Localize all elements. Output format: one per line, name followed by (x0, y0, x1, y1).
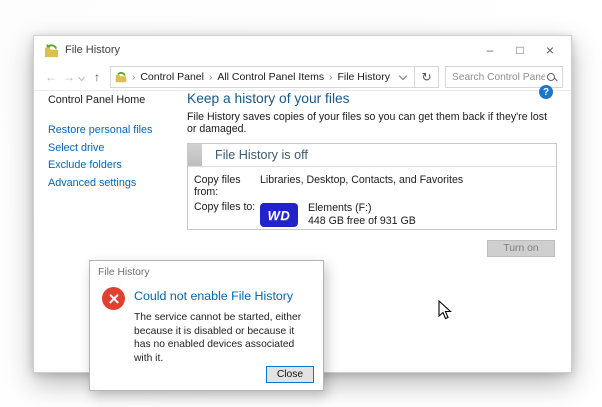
drive-free-space: 448 GB free of 931 GB (308, 215, 416, 227)
error-dialog: File History Could not enable File Histo… (89, 260, 324, 391)
sidebar-item-restore-personal-files[interactable]: Restore personal files (48, 122, 188, 140)
breadcrumb-folder-icon (115, 71, 127, 83)
search-icon[interactable] (547, 72, 556, 82)
drive-block: WD Elements (F:) 448 GB free of 931 GB (260, 202, 416, 228)
minimize-button[interactable]: – (475, 38, 505, 62)
copy-from-value: Libraries, Desktop, Contacts, and Favori… (260, 174, 464, 186)
error-icon (102, 287, 125, 310)
sidebar-item-exclude-folders[interactable]: Exclude folders (48, 157, 188, 175)
copy-from-row: Copy files from: Libraries, Desktop, Con… (194, 174, 550, 198)
address-bar: ← → ↑ › Control Panel › All Control Pane… (34, 64, 571, 91)
address-dropdown-icon[interactable] (398, 71, 408, 81)
sidebar-item-control-panel-home[interactable]: Control Panel Home (48, 94, 188, 106)
breadcrumb-item-control-panel[interactable]: Control Panel (138, 71, 206, 83)
sidebar-item-select-drive[interactable]: Select drive (48, 140, 188, 158)
breadcrumb[interactable]: › Control Panel › All Control Panel Item… (110, 66, 415, 88)
main-content: Keep a history of your files File Histor… (187, 91, 557, 257)
turn-on-button[interactable]: Turn on (487, 240, 555, 257)
back-icon[interactable]: ← (42, 70, 60, 84)
breadcrumb-item-file-history[interactable]: File History (335, 71, 392, 83)
copy-to-row: Copy files to: WD Elements (F:) 448 GB f… (194, 201, 550, 228)
breadcrumb-separator: › (208, 71, 213, 83)
dialog-title: File History (98, 267, 150, 278)
history-chevron-icon[interactable] (77, 73, 86, 81)
maximize-button[interactable]: □ (505, 38, 535, 62)
close-window-button[interactable]: × (535, 38, 565, 62)
sidebar-item-advanced-settings[interactable]: Advanced settings (48, 175, 188, 193)
drive-name: Elements (F:) (308, 202, 372, 214)
screenshot-stage: File History – □ × ← → ↑ › Control Panel… (0, 0, 602, 407)
file-history-app-icon (44, 43, 59, 58)
page-description: File History saves copies of your files … (187, 111, 548, 135)
copy-to-label: Copy files to: (194, 201, 256, 213)
mouse-cursor (438, 300, 452, 320)
dialog-heading: Could not enable File History (134, 289, 294, 303)
breadcrumb-separator: › (132, 71, 136, 83)
sidebar: Control Panel Home Restore personal file… (48, 94, 188, 192)
window-title: File History (65, 44, 121, 56)
breadcrumb-item-all-items[interactable]: All Control Panel Items (215, 71, 326, 83)
search-input[interactable] (450, 70, 547, 84)
copy-from-label: Copy files from: (194, 174, 241, 198)
refresh-icon[interactable]: ↻ (415, 66, 439, 88)
file-history-status-panel: File History is off Copy files from: Lib… (187, 143, 557, 230)
up-icon[interactable]: ↑ (88, 70, 106, 84)
forward-icon[interactable]: → (60, 70, 78, 84)
title-bar: File History – □ × (34, 36, 571, 64)
wd-drive-logo: WD (260, 203, 298, 227)
status-panel-header: File History is off (188, 144, 556, 167)
page-title: Keep a history of your files (187, 91, 350, 106)
dialog-close-button[interactable]: Close (266, 366, 314, 383)
file-history-window: File History – □ × ← → ↑ › Control Panel… (33, 35, 572, 391)
status-panel-tab (188, 144, 202, 166)
status-text: File History is off (215, 148, 308, 162)
dialog-body-text: The service cannot be started, either be… (134, 312, 302, 364)
breadcrumb-separator: › (329, 71, 333, 83)
